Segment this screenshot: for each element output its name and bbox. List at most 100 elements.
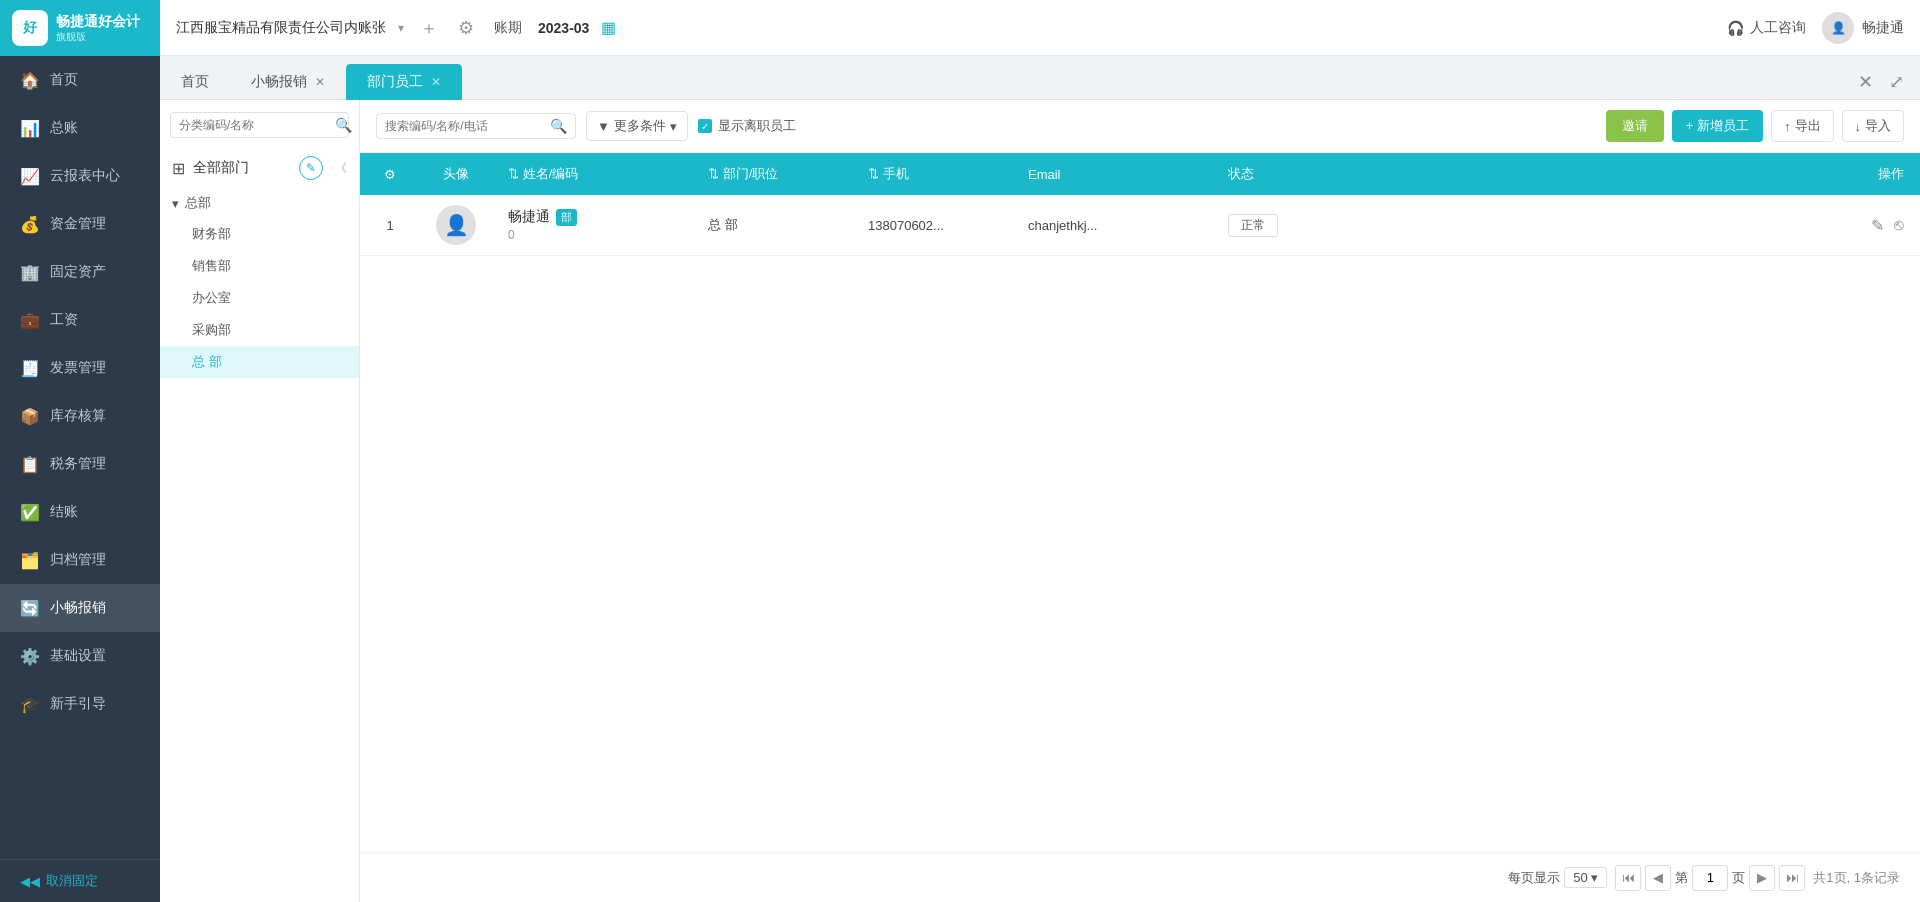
sidebar-item-label: 结账 — [50, 503, 78, 521]
sidebar-item-label: 云报表中心 — [50, 167, 120, 185]
logout-icon[interactable]: ⎋ — [1894, 216, 1904, 234]
employee-avatar: 👤 — [436, 205, 476, 245]
page-prev-button[interactable]: ◀ — [1645, 865, 1671, 891]
sidebar-item-tax[interactable]: 📋 税务管理 — [0, 440, 160, 488]
sidebar-item-inventory[interactable]: 📦 库存核算 — [0, 392, 160, 440]
tab-expense-close[interactable]: ✕ — [315, 75, 325, 89]
dept-node-general[interactable]: 总 部 — [160, 346, 359, 378]
page-size-value[interactable]: 50 ▾ — [1564, 867, 1607, 888]
all-departments-label: 全部部门 — [193, 159, 249, 177]
import-button[interactable]: ↓ 导入 — [1842, 110, 1905, 142]
employee-code: 0 — [508, 228, 676, 242]
page-total: 共1页, 1条记录 — [1813, 869, 1900, 887]
avatar: 👤 — [1822, 12, 1854, 44]
add-company-button[interactable]: ＋ — [416, 12, 442, 44]
sidebar-item-close[interactable]: ✅ 结账 — [0, 488, 160, 536]
sidebar-item-invoice[interactable]: 🧾 发票管理 — [0, 344, 160, 392]
dept-tree: ▾ 总部 财务部 销售部 办公室 采购部 总 部 — [160, 188, 359, 890]
dept-node-purchase[interactable]: 采购部 — [160, 314, 359, 346]
sidebar-item-expense[interactable]: 🔄 小畅报销 — [0, 584, 160, 632]
home-icon: 🏠 — [20, 70, 40, 90]
cell-email: chanjethkj... — [1012, 195, 1212, 256]
employee-dept: 总 部 — [708, 217, 738, 232]
page-label: 第 — [1675, 869, 1688, 887]
emp-name-wrap: 畅捷通 部 — [508, 208, 676, 226]
user-name: 畅捷通 — [1862, 19, 1904, 37]
calendar-icon[interactable]: ▦ — [601, 18, 616, 37]
table-row: 1 👤 畅捷通 部 0 — [360, 195, 1920, 256]
more-filter-button[interactable]: ▼ 更多条件 ▾ — [586, 111, 688, 141]
tab-home[interactable]: 首页 — [160, 64, 230, 100]
dept-node-finance[interactable]: 财务部 — [160, 218, 359, 250]
dept-node-office[interactable]: 办公室 — [160, 282, 359, 314]
unpin-icon: ◀◀ — [20, 874, 40, 889]
period-value: 2023-03 — [538, 20, 589, 36]
grid-icon: ⊞ — [172, 159, 185, 178]
user-menu[interactable]: 👤 畅捷通 — [1822, 12, 1904, 44]
page-last-button[interactable]: ⏭ — [1779, 865, 1805, 891]
th-name[interactable]: ⇅ 姓名/编码 — [492, 153, 692, 195]
page-input[interactable] — [1692, 865, 1728, 891]
cell-ops: ✎ ⎋ — [1362, 195, 1920, 256]
sidebar-item-salary[interactable]: 💼 工资 — [0, 296, 160, 344]
th-phone[interactable]: ⇅ 手机 — [852, 153, 1012, 195]
th-dept[interactable]: ⇅ 部门/职位 — [692, 153, 852, 195]
export-button[interactable]: ↑ 导出 — [1771, 110, 1834, 142]
company-dropdown-icon[interactable]: ▾ — [398, 21, 404, 35]
page-first-button[interactable]: ⏮ — [1615, 865, 1641, 891]
sidebar-item-label: 新手引导 — [50, 695, 106, 713]
dept-search-input[interactable] — [179, 118, 329, 132]
page-suffix: 页 — [1732, 869, 1745, 887]
sidebar-unpin-button[interactable]: ◀◀ 取消固定 — [0, 859, 160, 902]
invoice-icon: 🧾 — [20, 358, 40, 378]
dept-search-wrap: 🔍 — [170, 112, 349, 138]
dept-edit-button[interactable]: ✎ — [299, 156, 323, 180]
sidebar-item-reports[interactable]: 📈 云报表中心 — [0, 152, 160, 200]
edit-icon[interactable]: ✎ — [1871, 216, 1884, 235]
sidebar-item-assets[interactable]: 🏢 固定资产 — [0, 248, 160, 296]
sidebar-item-label: 税务管理 — [50, 455, 106, 473]
add-employee-label: + 新增员工 — [1686, 117, 1749, 135]
employee-phone: 138070602... — [868, 218, 944, 233]
export-label: 导出 — [1795, 117, 1821, 135]
tab-department-close[interactable]: ✕ — [431, 75, 441, 89]
invite-button[interactable]: 邀请 — [1606, 110, 1664, 142]
topbar-right: 🎧 人工咨询 👤 畅捷通 — [1727, 12, 1904, 44]
logo-text-block: 畅捷通好会计 旗舰版 — [56, 12, 140, 44]
sidebar-item-ledger[interactable]: 📊 总账 — [0, 104, 160, 152]
sidebar-item-funds[interactable]: 💰 资金管理 — [0, 200, 160, 248]
tabs-actions: ✕ ⤢ — [1854, 69, 1920, 99]
sidebar-item-guide[interactable]: 🎓 新手引导 — [0, 680, 160, 728]
service-button[interactable]: 🎧 人工咨询 — [1727, 19, 1806, 37]
sidebar-item-home[interactable]: 🏠 首页 — [0, 56, 160, 104]
ledger-icon: 📊 — [20, 118, 40, 138]
page-size-select: 每页显示 50 ▾ — [1508, 867, 1607, 888]
sidebar-item-settings[interactable]: ⚙️ 基础设置 — [0, 632, 160, 680]
sidebar-item-archive[interactable]: 🗂️ 归档管理 — [0, 536, 160, 584]
dept-node-sales[interactable]: 销售部 — [160, 250, 359, 282]
all-departments-item[interactable]: ⊞ 全部部门 ✎ 《 — [160, 148, 359, 188]
status-badge: 正常 — [1228, 214, 1278, 237]
tab-close-icon[interactable]: ✕ — [1854, 69, 1877, 95]
tab-expense[interactable]: 小畅报销 ✕ — [230, 64, 346, 100]
topbar-settings-icon[interactable]: ⚙ — [454, 13, 478, 43]
th-settings[interactable]: ⚙ — [360, 153, 420, 195]
content-area: 🔍 ⊞ 全部部门 ✎ 《 ▾ 总部 财务部 销售部 办公室 采购部 总 部 — [160, 100, 1920, 902]
sidebar-logo: 好 畅捷通好会计 旗舰版 — [0, 0, 160, 56]
employee-toolbar: 🔍 ▼ 更多条件 ▾ ✓ 显示离职员工 邀请 + 新增员工 — [360, 100, 1920, 153]
page-next-button[interactable]: ▶ — [1749, 865, 1775, 891]
employee-panel: 🔍 ▼ 更多条件 ▾ ✓ 显示离职员工 邀请 + 新增员工 — [360, 100, 1920, 902]
sidebar-item-label: 小畅报销 — [50, 599, 106, 617]
cell-dept: 总 部 — [692, 195, 852, 256]
employee-search-input[interactable] — [385, 119, 544, 133]
import-label: 导入 — [1865, 117, 1891, 135]
tab-expand-icon[interactable]: ⤢ — [1885, 69, 1908, 95]
show-resigned-checkbox[interactable]: ✓ — [698, 119, 712, 133]
dept-collapse-icon[interactable]: 《 — [335, 160, 347, 177]
period-label: 账期 — [494, 19, 522, 37]
logo-title: 畅捷通好会计 — [56, 12, 140, 30]
add-employee-button[interactable]: + 新增员工 — [1672, 110, 1763, 142]
show-resigned-label[interactable]: ✓ 显示离职员工 — [698, 117, 796, 135]
employee-search-icon: 🔍 — [550, 118, 567, 134]
tab-department[interactable]: 部门员工 ✕ — [346, 64, 462, 100]
